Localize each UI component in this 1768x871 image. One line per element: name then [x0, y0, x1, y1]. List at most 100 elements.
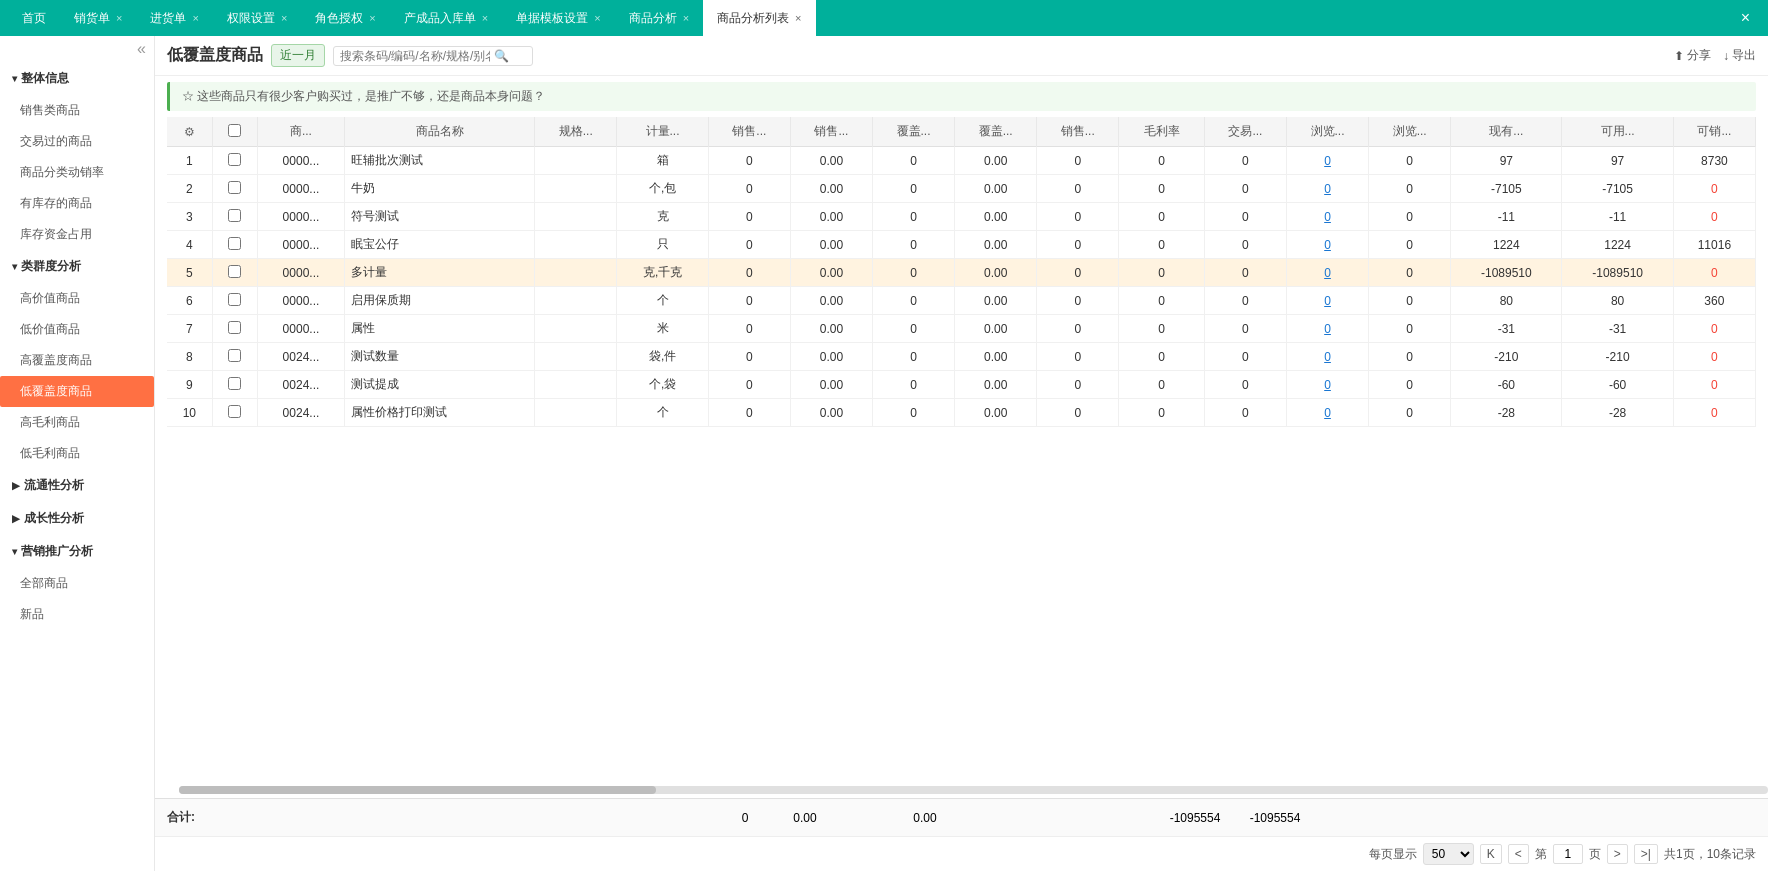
sidebar-section-marketing[interactable]: ▾ 营销推广分析: [0, 535, 154, 568]
th-name[interactable]: 商品名称: [344, 117, 534, 147]
row-checkbox[interactable]: [228, 377, 241, 390]
cell-checkbox[interactable]: [212, 287, 257, 315]
share-btn[interactable]: ⬆ 分享: [1674, 47, 1711, 64]
th-gross-rate[interactable]: 毛利率: [1119, 117, 1205, 147]
sidebar-item-high-value[interactable]: 高价值商品: [0, 283, 154, 314]
sidebar-item-stock-funds[interactable]: 库存资金占用: [0, 219, 154, 250]
sidebar-section-cluster[interactable]: ▾ 类群度分析: [0, 250, 154, 283]
row-checkbox[interactable]: [228, 153, 241, 166]
nav-item-goods-analysis[interactable]: 商品分析 ×: [615, 0, 703, 36]
nav-item-template[interactable]: 单据模板设置 ×: [502, 0, 614, 36]
scrollbar-thumb[interactable]: [179, 786, 656, 794]
nav-item-goods-list[interactable]: 商品分析列表 ×: [703, 0, 815, 36]
th-browse1[interactable]: 浏览...: [1286, 117, 1368, 147]
nav-item-sales[interactable]: 销货单 ×: [60, 0, 136, 36]
sidebar-section-liquidity[interactable]: ▶ 流通性分析: [0, 469, 154, 502]
cell-browse1[interactable]: 0: [1286, 315, 1368, 343]
cell-browse1[interactable]: 0: [1286, 259, 1368, 287]
cell-browse1[interactable]: 0: [1286, 175, 1368, 203]
th-settings[interactable]: ⚙: [167, 117, 212, 147]
th-spec[interactable]: 规格...: [535, 117, 617, 147]
close-icon[interactable]: ×: [116, 12, 122, 24]
prev-page-btn[interactable]: <: [1508, 844, 1529, 864]
cell-checkbox[interactable]: [212, 343, 257, 371]
select-all-checkbox[interactable]: [228, 124, 241, 137]
cell-browse1[interactable]: 0: [1286, 371, 1368, 399]
search-input[interactable]: [340, 49, 490, 63]
sidebar-item-sales-goods[interactable]: 销售类商品: [0, 95, 154, 126]
row-checkbox[interactable]: [228, 265, 241, 278]
row-checkbox[interactable]: [228, 209, 241, 222]
close-icon[interactable]: ×: [683, 12, 689, 24]
sidebar-section-growth[interactable]: ▶ 成长性分析: [0, 502, 154, 535]
page-input[interactable]: [1553, 844, 1583, 864]
th-checkbox[interactable]: [212, 117, 257, 147]
row-checkbox[interactable]: [228, 405, 241, 418]
th-sales3[interactable]: 销售...: [1037, 117, 1119, 147]
close-icon[interactable]: ×: [192, 12, 198, 24]
nav-close-all[interactable]: ×: [1731, 9, 1760, 27]
cell-checkbox[interactable]: [212, 315, 257, 343]
sidebar-collapse-btn[interactable]: «: [0, 36, 154, 62]
th-sales2[interactable]: 销售...: [790, 117, 872, 147]
th-trade[interactable]: 交易...: [1204, 117, 1286, 147]
cell-browse1[interactable]: 0: [1286, 287, 1368, 315]
cell-browse1[interactable]: 0: [1286, 203, 1368, 231]
th-unit[interactable]: 计量...: [617, 117, 708, 147]
cell-browse1[interactable]: 0: [1286, 147, 1368, 175]
sidebar-item-new-goods[interactable]: 新品: [0, 599, 154, 630]
time-filter-btn[interactable]: 近一月: [271, 44, 325, 67]
th-available[interactable]: 可用...: [1562, 117, 1673, 147]
th-browse2[interactable]: 浏览...: [1369, 117, 1451, 147]
cell-browse1[interactable]: 0: [1286, 231, 1368, 259]
cell-checkbox[interactable]: [212, 371, 257, 399]
th-cover2[interactable]: 覆盖...: [955, 117, 1037, 147]
cell-browse1[interactable]: 0: [1286, 343, 1368, 371]
sidebar-item-category-rate[interactable]: 商品分类动销率: [0, 157, 154, 188]
th-current[interactable]: 现有...: [1451, 117, 1562, 147]
nav-item-home[interactable]: 首页: [8, 0, 60, 36]
first-page-btn[interactable]: K: [1480, 844, 1502, 864]
cell-checkbox[interactable]: [212, 231, 257, 259]
page-size-select[interactable]: 50 100 200: [1423, 843, 1474, 865]
cell-checkbox[interactable]: [212, 203, 257, 231]
th-code[interactable]: 商...: [258, 117, 345, 147]
sidebar-item-low-margin[interactable]: 低毛利商品: [0, 438, 154, 469]
cell-checkbox[interactable]: [212, 259, 257, 287]
row-checkbox[interactable]: [228, 349, 241, 362]
sidebar-item-low-coverage[interactable]: 低覆盖度商品: [0, 376, 154, 407]
search-icon[interactable]: 🔍: [494, 49, 509, 63]
sidebar-item-traded-goods[interactable]: 交易过的商品: [0, 126, 154, 157]
sidebar-item-stocked-goods[interactable]: 有库存的商品: [0, 188, 154, 219]
cell-browse1[interactable]: 0: [1286, 399, 1368, 427]
th-sales1[interactable]: 销售...: [708, 117, 790, 147]
row-checkbox[interactable]: [228, 237, 241, 250]
th-cover1[interactable]: 覆盖...: [872, 117, 954, 147]
export-btn[interactable]: ↓ 导出: [1723, 47, 1756, 64]
close-icon[interactable]: ×: [594, 12, 600, 24]
row-checkbox[interactable]: [228, 181, 241, 194]
last-page-btn[interactable]: >|: [1634, 844, 1658, 864]
nav-item-purchase[interactable]: 进货单 ×: [136, 0, 212, 36]
next-page-btn[interactable]: >: [1607, 844, 1628, 864]
close-icon[interactable]: ×: [482, 12, 488, 24]
close-icon[interactable]: ×: [795, 12, 801, 24]
cell-checkbox[interactable]: [212, 399, 257, 427]
horizontal-scrollbar[interactable]: [179, 786, 1768, 794]
sidebar-item-low-value[interactable]: 低价值商品: [0, 314, 154, 345]
sidebar-item-high-coverage[interactable]: 高覆盖度商品: [0, 345, 154, 376]
table-wrapper[interactable]: ⚙ 商... 商品名称 规格... 计量... 销售... 销售... 覆盖..…: [155, 117, 1768, 782]
cell-checkbox[interactable]: [212, 175, 257, 203]
sidebar-item-high-margin[interactable]: 高毛利商品: [0, 407, 154, 438]
row-checkbox[interactable]: [228, 293, 241, 306]
nav-item-permission[interactable]: 权限设置 ×: [213, 0, 301, 36]
nav-item-finished[interactable]: 产成品入库单 ×: [390, 0, 502, 36]
row-checkbox[interactable]: [228, 321, 241, 334]
nav-item-role[interactable]: 角色授权 ×: [301, 0, 389, 36]
close-icon[interactable]: ×: [369, 12, 375, 24]
cell-checkbox[interactable]: [212, 147, 257, 175]
sidebar-item-all-goods[interactable]: 全部商品: [0, 568, 154, 599]
close-icon[interactable]: ×: [281, 12, 287, 24]
th-sellable[interactable]: 可销...: [1673, 117, 1755, 147]
sidebar-section-overall[interactable]: ▾ 整体信息: [0, 62, 154, 95]
